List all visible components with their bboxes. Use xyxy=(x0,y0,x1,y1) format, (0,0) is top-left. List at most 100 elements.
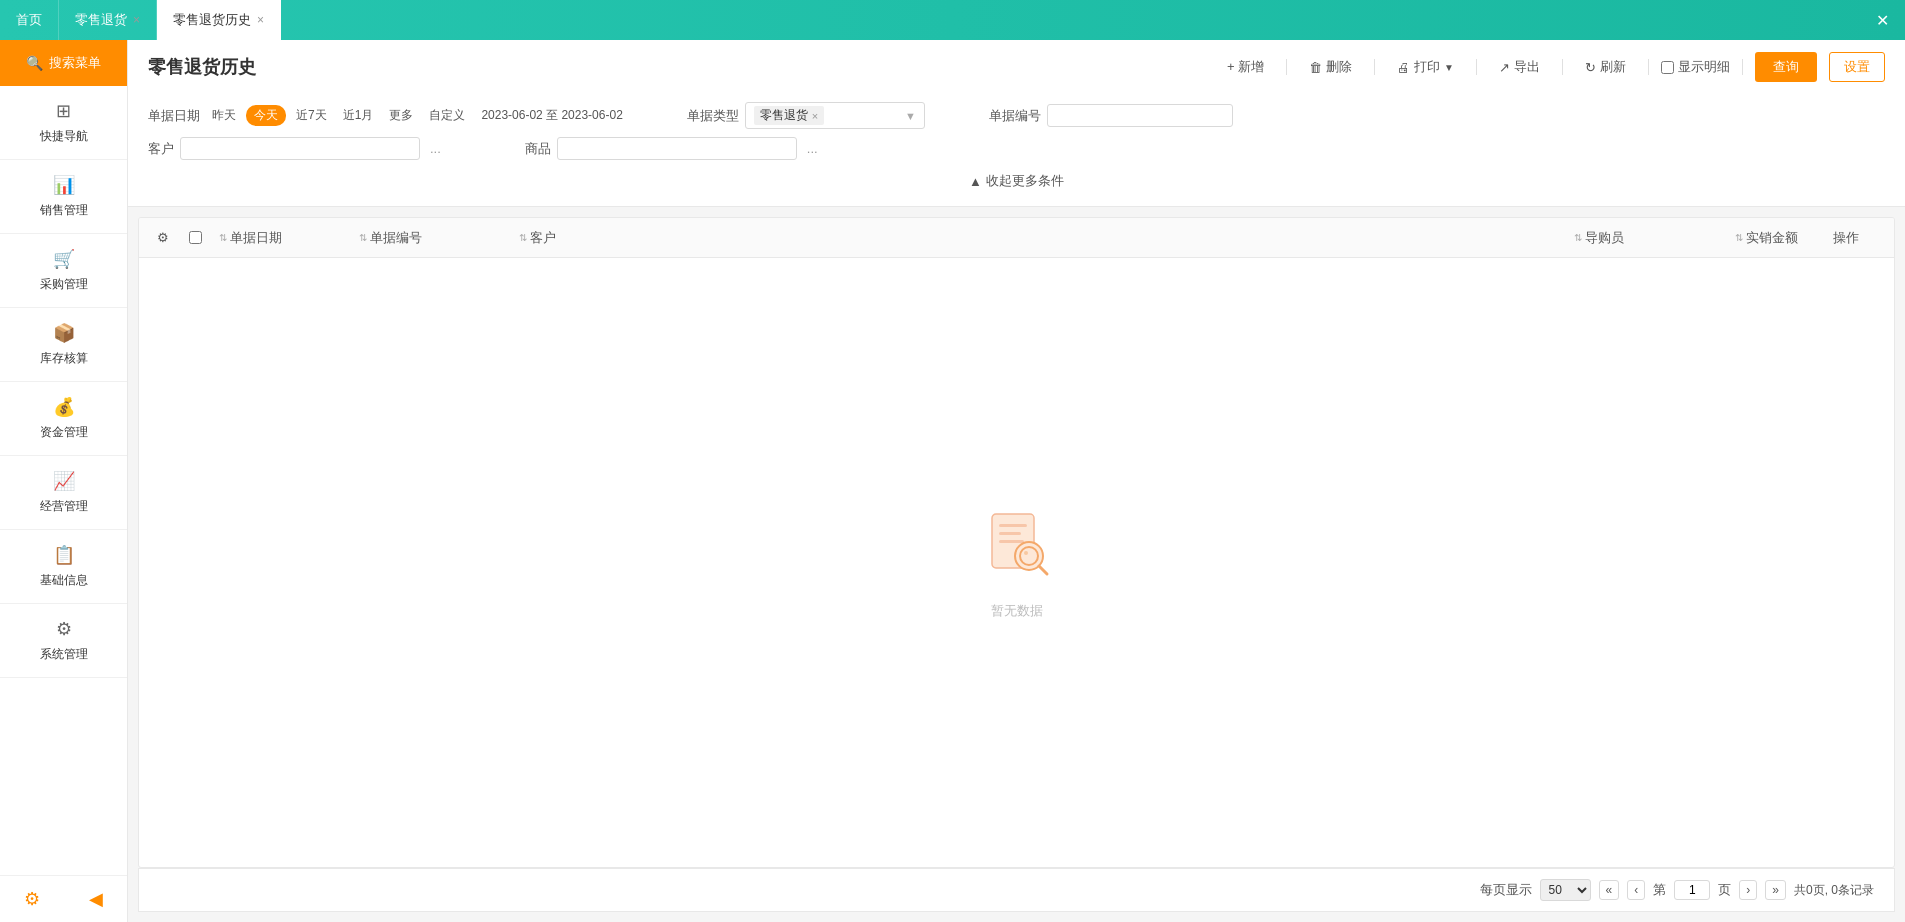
collapse-button[interactable]: ▲ 收起更多条件 xyxy=(969,172,1064,190)
bill-no-input[interactable] xyxy=(1047,104,1233,127)
date-opt-1month[interactable]: 近1月 xyxy=(337,105,380,126)
date-opt-more[interactable]: 更多 xyxy=(383,105,419,126)
content-area: 零售退货历史 + 新增 🗑 删除 🖨 打印 ▼ xyxy=(128,40,1905,922)
show-detail-checkbox[interactable] xyxy=(1661,61,1674,74)
export-button[interactable]: ↗ 导出 xyxy=(1489,53,1550,81)
tab-retail-return[interactable]: 零售退货 × xyxy=(59,0,157,40)
th-amount-sort-icon: ⇅ xyxy=(1735,232,1743,243)
th-amount[interactable]: ⇅ 实销金额 xyxy=(1686,229,1806,247)
customer-filter-dots: ... xyxy=(430,141,441,156)
settings-bottom-icon[interactable]: ⚙ xyxy=(24,888,40,910)
table-settings-icon[interactable]: ⚙ xyxy=(157,230,169,245)
delete-button[interactable]: 🗑 删除 xyxy=(1299,53,1362,81)
main-layout: 🔍 搜索菜单 ⊞ 快捷导航 📊 销售管理 🛒 采购管理 📦 库存核算 💰 资金管… xyxy=(0,40,1905,922)
th-date-sort-icon: ⇅ xyxy=(219,232,227,243)
operations-icon: 📈 xyxy=(53,470,75,492)
show-detail-checkbox-label[interactable]: 显示明细 xyxy=(1661,58,1730,76)
svg-rect-1 xyxy=(999,524,1027,527)
tab-retail-return-history-close[interactable]: × xyxy=(257,13,264,27)
search-icon: 🔍 xyxy=(26,55,43,71)
sidebar-item-purchase-mgmt[interactable]: 🛒 采购管理 xyxy=(0,234,127,308)
date-opt-today[interactable]: 今天 xyxy=(246,105,286,126)
customer-input[interactable] xyxy=(180,137,420,160)
th-bill-no[interactable]: ⇅ 单据编号 xyxy=(351,229,511,247)
collapse-sidebar-icon[interactable]: ◀ xyxy=(89,888,103,910)
sidebar-item-operations[interactable]: 📈 经营管理 xyxy=(0,456,127,530)
sidebar-item-base-info-label: 基础信息 xyxy=(40,572,88,589)
refresh-button-label: 刷新 xyxy=(1600,58,1626,76)
delete-icon: 🗑 xyxy=(1309,60,1322,75)
th-customer[interactable]: ⇅ 客户 xyxy=(511,229,1566,247)
page-title-row: 零售退货历史 + 新增 🗑 删除 🖨 打印 ▼ xyxy=(148,52,1885,82)
collapse-up-icon: ▲ xyxy=(969,174,982,189)
th-amount-label: 实销金额 xyxy=(1746,229,1798,247)
goods-filter-dots: ... xyxy=(807,141,818,156)
type-filter-select[interactable]: 零售退货 × ▼ xyxy=(745,102,925,129)
sidebar-item-inventory[interactable]: 📦 库存核算 xyxy=(0,308,127,382)
set-button-label: 设置 xyxy=(1844,59,1870,74)
top-bar: 首页 零售退货 × 零售退货历史 × ✕ xyxy=(0,0,1905,40)
page-title: 零售退货历史 xyxy=(148,55,256,79)
th-bill-no-label: 单据编号 xyxy=(370,229,422,247)
tab-retail-return-history[interactable]: 零售退货历史 × xyxy=(157,0,281,40)
sidebar-item-finance-label: 资金管理 xyxy=(40,424,88,441)
delete-button-label: 删除 xyxy=(1326,58,1352,76)
purchase-mgmt-icon: 🛒 xyxy=(53,248,75,270)
page-next-button[interactable]: › xyxy=(1739,880,1757,900)
sidebar-item-base-info[interactable]: 📋 基础信息 xyxy=(0,530,127,604)
page-last-button[interactable]: » xyxy=(1765,880,1786,900)
new-button[interactable]: + 新增 xyxy=(1217,53,1274,81)
svg-point-7 xyxy=(1024,551,1028,555)
tab-retail-return-label: 零售退货 xyxy=(75,11,127,29)
sales-mgmt-icon: 📊 xyxy=(53,174,75,196)
goods-input[interactable] xyxy=(557,137,797,160)
refresh-button[interactable]: ↻ 刷新 xyxy=(1575,53,1636,81)
bill-no-filter-label: 单据编号 xyxy=(989,107,1041,125)
inventory-icon: 📦 xyxy=(53,322,75,344)
tab-retail-return-close[interactable]: × xyxy=(133,13,140,27)
sidebar-item-sys-mgmt[interactable]: ⚙ 系统管理 xyxy=(0,604,127,678)
sidebar: 🔍 搜索菜单 ⊞ 快捷导航 📊 销售管理 🛒 采购管理 📦 库存核算 💰 资金管… xyxy=(0,40,128,922)
th-settings[interactable]: ⚙ xyxy=(147,230,179,245)
th-customer-sort-icon: ⇅ xyxy=(519,232,527,243)
query-button-label: 查询 xyxy=(1773,59,1799,74)
date-filter-label: 单据日期 xyxy=(148,107,200,125)
type-filter-label: 单据类型 xyxy=(687,107,739,125)
type-filter-tag: 零售退货 × xyxy=(754,106,824,125)
page-number-input[interactable] xyxy=(1674,880,1710,900)
print-button[interactable]: 🖨 打印 ▼ xyxy=(1387,53,1464,81)
page-header: 零售退货历史 + 新增 🗑 删除 🖨 打印 ▼ xyxy=(128,40,1905,207)
window-close-button[interactable]: ✕ xyxy=(1876,11,1889,30)
page-size-select[interactable]: 20 50 100 xyxy=(1540,879,1591,901)
customer-filter: 客户 ... xyxy=(148,137,441,160)
th-guide[interactable]: ⇅ 导购员 xyxy=(1566,229,1686,247)
select-all-checkbox[interactable] xyxy=(189,231,202,244)
th-action-label: 操作 xyxy=(1833,229,1859,247)
th-checkbox[interactable] xyxy=(179,231,211,244)
query-button[interactable]: 查询 xyxy=(1755,52,1817,82)
tab-home[interactable]: 首页 xyxy=(0,0,59,40)
sidebar-search[interactable]: 🔍 搜索菜单 xyxy=(0,40,127,86)
set-button[interactable]: 设置 xyxy=(1829,52,1885,82)
date-opt-yesterday[interactable]: 昨天 xyxy=(206,105,242,126)
collapse-row: ▲ 收起更多条件 xyxy=(148,168,1885,206)
sidebar-item-quick-nav[interactable]: ⊞ 快捷导航 xyxy=(0,86,127,160)
th-date-label: 单据日期 xyxy=(230,229,282,247)
th-guide-sort-icon: ⇅ xyxy=(1574,232,1582,243)
customer-filter-label: 客户 xyxy=(148,140,174,158)
date-opt-custom[interactable]: 自定义 xyxy=(423,105,471,126)
page-prev-button[interactable]: ‹ xyxy=(1627,880,1645,900)
date-opt-7days[interactable]: 近7天 xyxy=(290,105,333,126)
sidebar-item-finance[interactable]: 💰 资金管理 xyxy=(0,382,127,456)
sidebar-item-sales-mgmt[interactable]: 📊 销售管理 xyxy=(0,160,127,234)
th-date[interactable]: ⇅ 单据日期 xyxy=(211,229,351,247)
svg-rect-3 xyxy=(999,540,1024,543)
type-filter-tag-close[interactable]: × xyxy=(812,110,818,122)
sys-mgmt-icon: ⚙ xyxy=(56,618,72,640)
svg-rect-2 xyxy=(999,532,1021,535)
page-first-button[interactable]: « xyxy=(1599,880,1620,900)
goods-filter-label: 商品 xyxy=(525,140,551,158)
print-icon: 🖨 xyxy=(1397,60,1410,75)
sidebar-item-inventory-label: 库存核算 xyxy=(40,350,88,367)
toolbar-divider-3 xyxy=(1476,59,1477,75)
